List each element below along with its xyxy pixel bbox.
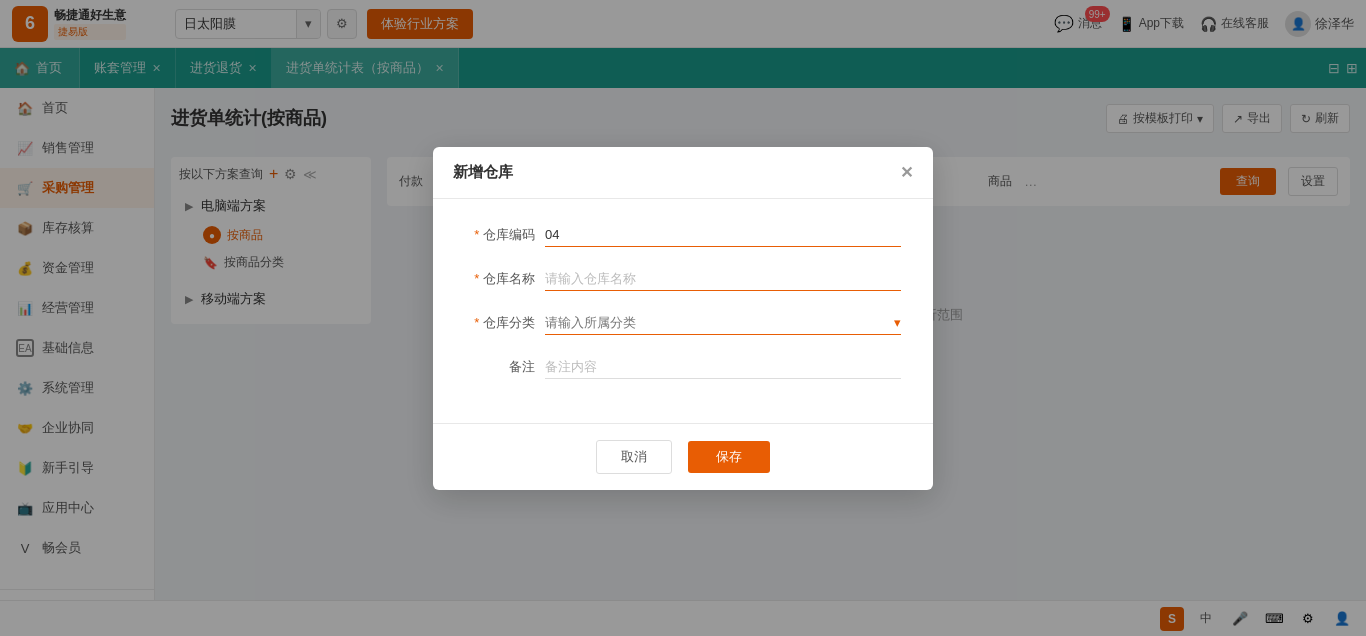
modal-close-btn[interactable]: ✕	[900, 163, 913, 182]
form-row-name: * 仓库名称	[465, 267, 901, 291]
category-dropdown-icon: ▾	[894, 315, 901, 330]
category-select-wrap[interactable]: ▾	[545, 311, 901, 335]
name-input[interactable]	[545, 267, 901, 291]
modal-title: 新增仓库	[453, 163, 513, 182]
modal-add-warehouse: 新增仓库 ✕ * 仓库编码 * 仓库名称	[433, 147, 933, 490]
code-label: * 仓库编码	[465, 226, 545, 244]
remark-label: 备注	[465, 358, 545, 376]
category-label: * 仓库分类	[465, 314, 545, 332]
name-label: * 仓库名称	[465, 270, 545, 288]
form-row-code: * 仓库编码	[465, 223, 901, 247]
modal-header: 新增仓库 ✕	[433, 147, 933, 199]
modal-overlay[interactable]: 新增仓库 ✕ * 仓库编码 * 仓库名称	[0, 0, 1366, 636]
code-input[interactable]	[545, 223, 901, 247]
category-input[interactable]	[545, 315, 894, 330]
remark-input[interactable]	[545, 355, 901, 379]
cancel-button[interactable]: 取消	[596, 440, 672, 474]
modal-body: * 仓库编码 * 仓库名称 * 仓库分类	[433, 199, 933, 423]
form-row-remark: 备注	[465, 355, 901, 379]
modal-footer: 取消 保存	[433, 423, 933, 490]
form-row-category: * 仓库分类 ▾	[465, 311, 901, 335]
save-button[interactable]: 保存	[688, 441, 770, 473]
